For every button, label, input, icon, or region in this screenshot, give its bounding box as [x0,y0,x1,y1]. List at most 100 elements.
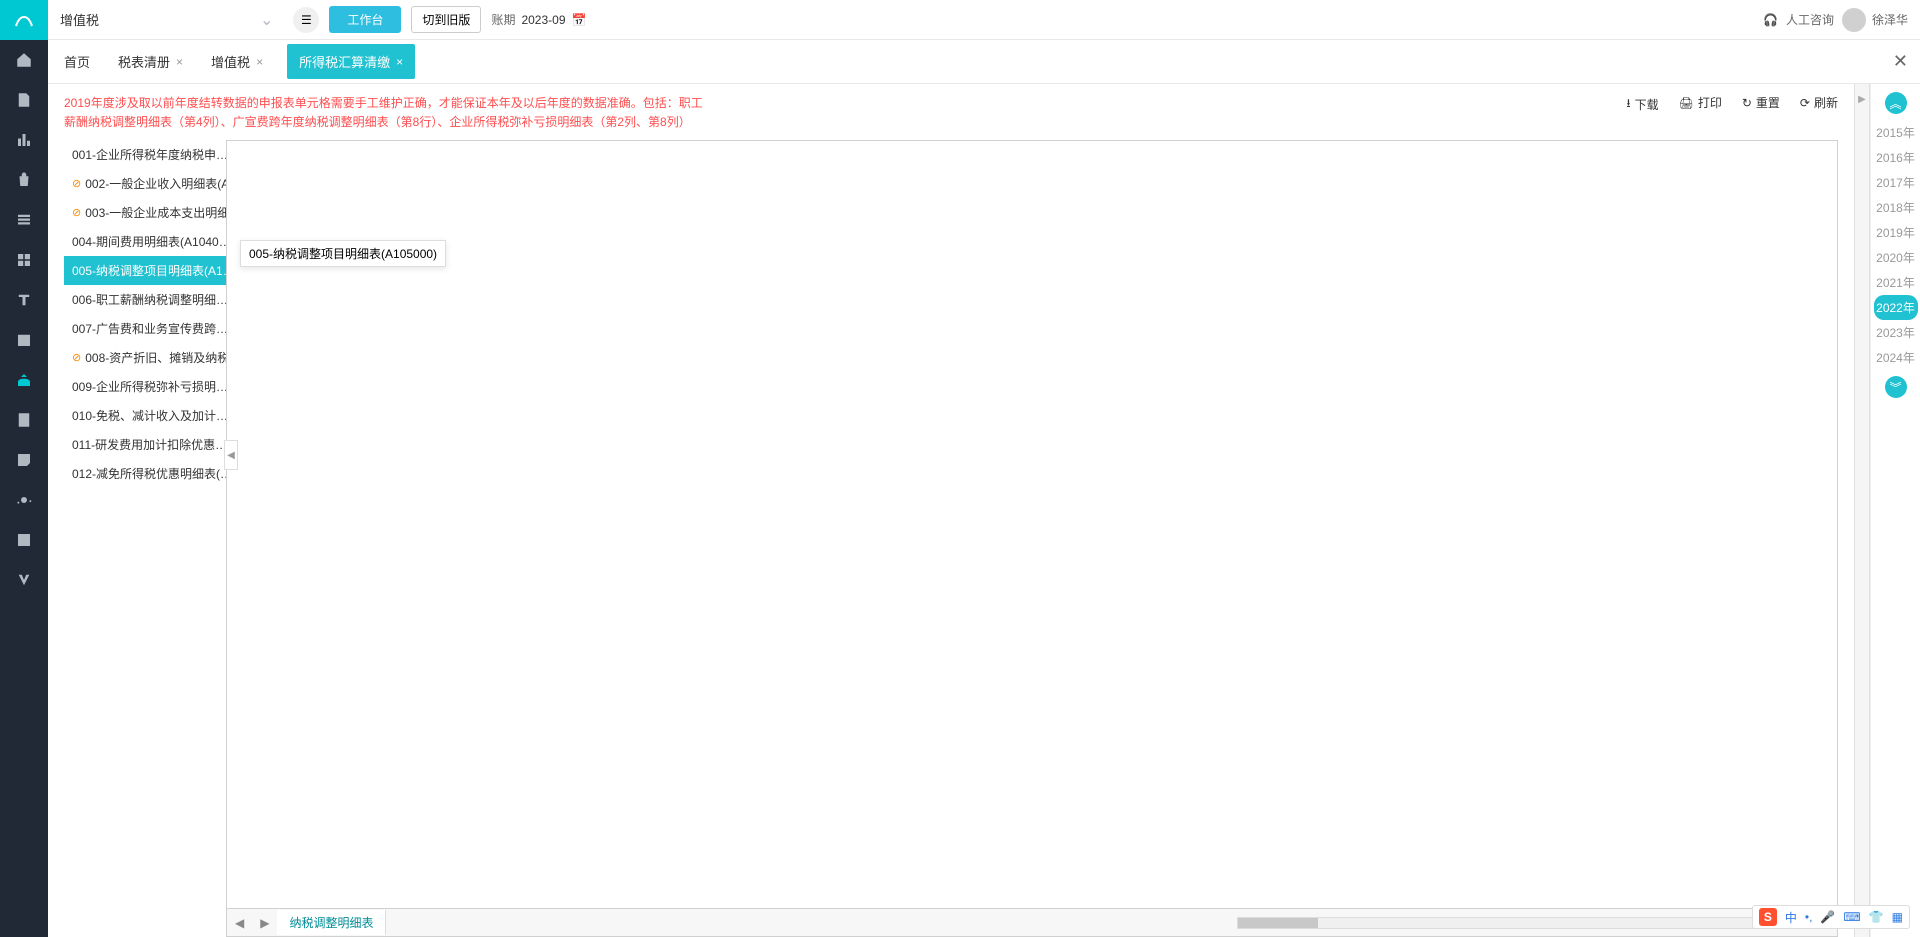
form-list-item[interactable]: 006-职工薪酬纳税调整明细… [64,285,226,314]
year-button[interactable]: 2016年 [1874,145,1918,170]
form-list-item[interactable]: 007-广告费和业务宣传费跨… [64,314,226,343]
chevron-down-icon[interactable]: ⌄ [260,10,273,30]
nav-doc-icon[interactable] [0,80,48,120]
side-expand-handle[interactable]: ▶ [1854,84,1870,937]
download-button[interactable]: ⭳ 下载 [1626,94,1658,115]
form-tooltip: 005-纳税调整项目明细表(A105000) [240,240,446,267]
form-item-label: 012-减免所得税优惠明细表(… [72,465,226,482]
ime-toolbar[interactable]: S 中 •, 🎤 ⌨ 👕 ▦ [1752,905,1910,929]
close-icon[interactable]: × [256,55,263,69]
form-item-label: 004-期间费用明细表(A1040… [72,233,226,250]
form-item-label: 007-广告费和业务宣传费跨… [72,320,226,337]
horizontal-scrollbar[interactable] [1237,917,1837,929]
year-button[interactable]: 2021年 [1874,270,1918,295]
reset-button[interactable]: ↻ 重置 [1742,94,1780,111]
form-item-label: 009-企业所得税弥补亏损明… [72,378,226,395]
warning-icon: ⊘ [72,177,81,190]
year-button[interactable]: 2017年 [1874,170,1918,195]
form-list-item[interactable]: 009-企业所得税弥补亏损明… [64,372,226,401]
form-item-label: 008-资产折旧、摊销及纳税… [85,349,226,366]
nav-settings-icon[interactable] [0,480,48,520]
ime-skin-icon[interactable]: 👕 [1869,910,1884,924]
nav-date-icon[interactable] [0,320,48,360]
form-list-item[interactable]: ⊘ 008-资产折旧、摊销及纳税… [64,343,226,372]
avatar [1842,8,1866,32]
form-list-item[interactable]: ⊘ 002-一般企业收入明细表(A… [64,169,226,198]
nav-play-icon[interactable] [0,520,48,560]
sheet-nav-prev[interactable]: ◀ [227,916,252,930]
ime-mic-icon[interactable]: 🎤 [1820,910,1835,924]
nav-v-icon[interactable] [0,560,48,600]
print-button[interactable]: 🖨 打印 [1679,94,1722,111]
user-name: 徐泽华 [1872,11,1908,28]
support-link[interactable]: 人工咨询 [1786,11,1834,28]
year-button[interactable]: 2019年 [1874,220,1918,245]
spreadsheet: ◀ ▶ 纳税调整明细表 [226,140,1838,937]
year-button[interactable]: 2015年 [1874,120,1918,145]
year-button[interactable]: 2024年 [1874,345,1918,370]
period-label: 账期 [491,11,515,28]
sheet-nav-next[interactable]: ▶ [252,916,277,930]
year-button[interactable]: 2022年 [1874,295,1918,320]
tab-label: 税表清册 [118,52,170,71]
close-icon[interactable]: × [176,55,183,69]
form-list-item[interactable]: 005-纳税调整项目明细表(A1… [64,256,226,285]
calendar-icon[interactable]: 📅 [572,13,587,27]
ime-keyboard-icon[interactable]: ⌨ [1843,910,1860,924]
form-list-item[interactable]: 012-减免所得税优惠明细表(… [64,459,226,488]
nav-bag-icon[interactable] [0,160,48,200]
ime-punct-icon[interactable]: •, [1805,910,1813,924]
form-list-item[interactable]: ⊘ 003-一般企业成本支出明细… [64,198,226,227]
form-list: 001-企业所得税年度纳税申… ⊘ 002-一般企业收入明细表(A… ⊘ 003-一般企… [64,140,226,937]
nav-home-icon[interactable] [0,40,48,80]
sheet-tab[interactable]: 纳税调整明细表 [277,910,386,935]
form-list-item[interactable]: 010-免税、减计收入及加计… [64,401,226,430]
warning-icon: ⊘ [72,206,81,219]
ime-tool-icon[interactable]: ▦ [1892,910,1903,924]
topbar: 增值税 ⌄ ☰ 工作台 切到旧版 账期 2023-09 📅 🎧 人工咨询 徐泽华 [48,0,1920,40]
nav-text-icon[interactable] [0,280,48,320]
tab-label: 所得税汇算清缴 [299,52,390,71]
form-item-label: 006-职工薪酬纳税调整明细… [72,291,226,308]
period-value[interactable]: 2023-09 [521,13,565,27]
tab-3[interactable]: 所得税汇算清缴 × [287,44,415,79]
switch-old-button[interactable]: 切到旧版 [411,6,481,33]
tab-2[interactable]: 增值税 × [207,42,267,81]
module-title[interactable]: 增值税 [60,10,240,29]
nav-chart-icon[interactable] [0,120,48,160]
user-menu[interactable]: 徐泽华 [1842,8,1908,32]
form-item-label: 005-纳税调整项目明细表(A1… [72,262,226,279]
round-menu-button[interactable]: ☰ [293,7,319,33]
nav-list-icon[interactable] [0,200,48,240]
close-icon[interactable]: × [396,55,403,69]
year-down-button[interactable]: ︾ [1885,376,1907,398]
ime-lang[interactable]: 中 [1785,909,1797,926]
tab-label: 增值税 [211,52,250,71]
nav-inbox-icon[interactable] [0,440,48,480]
warning-banner: 2019年度涉及取以前年度结转数据的申报表单元格需要手工维护正确，才能保证本年及… [64,94,704,132]
form-list-item[interactable]: 011-研发费用加计扣除优惠… [64,430,226,459]
tab-1[interactable]: 税表清册 × [114,42,187,81]
year-button[interactable]: 2020年 [1874,245,1918,270]
tab-0[interactable]: 首页 [60,42,94,81]
form-item-label: 002-一般企业收入明细表(A… [85,175,226,192]
close-all-tabs-button[interactable]: ✕ [1893,51,1908,72]
form-list-item[interactable]: 004-期间费用明细表(A1040… [64,227,226,256]
year-up-button[interactable]: ︽ [1885,92,1907,114]
logo[interactable] [0,0,48,40]
year-button[interactable]: 2023年 [1874,320,1918,345]
form-list-item[interactable]: 001-企业所得税年度纳税申… [64,140,226,169]
nav-tax-icon[interactable] [0,360,48,400]
nav-export-icon[interactable] [0,400,48,440]
headset-icon[interactable]: 🎧 [1763,13,1778,27]
form-item-label: 003-一般企业成本支出明细… [85,204,226,221]
refresh-button[interactable]: ⟳ 刷新 [1800,94,1838,111]
workbench-button[interactable]: 工作台 [329,6,401,33]
year-button[interactable]: 2018年 [1874,195,1918,220]
left-nav [0,0,48,937]
collapse-handle[interactable]: ◀ [224,440,238,470]
year-rail: ︽ 2015年2016年2017年2018年2019年2020年2021年202… [1870,84,1920,937]
form-item-label: 011-研发费用加计扣除优惠… [72,436,226,453]
warning-icon: ⊘ [72,351,81,364]
nav-grid-icon[interactable] [0,240,48,280]
